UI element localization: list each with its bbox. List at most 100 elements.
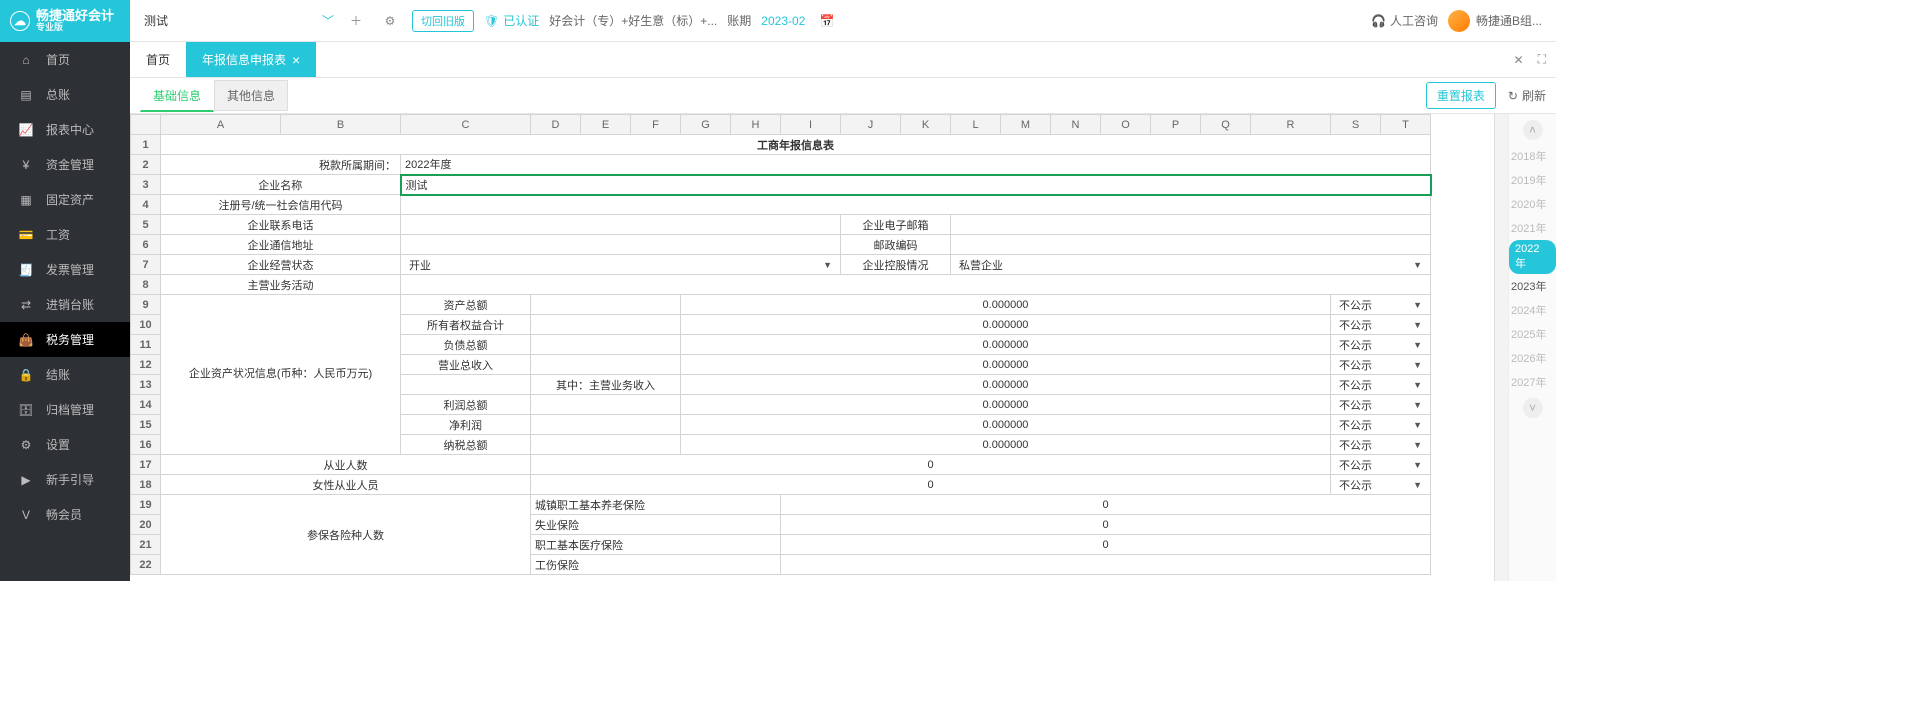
column-header[interactable]: N (1051, 115, 1101, 135)
dropdown-cell[interactable]: 不公示▼ (1335, 477, 1426, 493)
fullscreen-icon[interactable]: ⛶ (1538, 52, 1546, 67)
column-header[interactable]: K (901, 115, 951, 135)
dropdown-cell[interactable]: 不公示▼ (1335, 357, 1426, 373)
row-header[interactable]: 17 (131, 455, 161, 475)
column-header[interactable] (131, 115, 161, 135)
subtab-other[interactable]: 其他信息 (214, 80, 288, 111)
column-header[interactable]: S (1331, 115, 1381, 135)
row-header[interactable]: 19 (131, 495, 161, 515)
year-option[interactable]: 2027年 (1509, 370, 1556, 394)
row-header[interactable]: 8 (131, 275, 161, 295)
sidebar-item-settings[interactable]: ⚙设置 (0, 427, 130, 462)
row-header[interactable]: 9 (131, 295, 161, 315)
gear-icon[interactable]: ⚙ (378, 9, 402, 33)
column-header[interactable]: G (681, 115, 731, 135)
period-calendar-icon[interactable]: 📅 (815, 9, 839, 33)
company-select[interactable]: 测试 ﹀ (144, 9, 334, 33)
row-header[interactable]: 6 (131, 235, 161, 255)
value-cell[interactable]: 0.000000 (681, 355, 1331, 375)
row-header[interactable]: 18 (131, 475, 161, 495)
dropdown-cell[interactable]: 不公示▼ (1335, 317, 1426, 333)
row-header[interactable]: 16 (131, 435, 161, 455)
column-header[interactable]: I (781, 115, 841, 135)
value-cell[interactable]: 0.000000 (681, 335, 1331, 355)
brand-logo[interactable]: ☁ 畅捷通好会计 专业版 (0, 0, 130, 42)
year-down-icon[interactable]: ˅ (1523, 398, 1543, 418)
sidebar-item-close[interactable]: 🔒结账 (0, 357, 130, 392)
vertical-scrollbar[interactable] (1494, 114, 1508, 581)
year-option[interactable]: 2024年 (1509, 298, 1556, 322)
value-cell[interactable]: 0.000000 (681, 435, 1331, 455)
sidebar-item-invoice[interactable]: 🧾发票管理 (0, 252, 130, 287)
row-header[interactable]: 10 (131, 315, 161, 335)
row-header[interactable]: 14 (131, 395, 161, 415)
column-header[interactable]: B (281, 115, 401, 135)
year-option[interactable]: 2022年 (1509, 240, 1556, 274)
column-header[interactable]: P (1151, 115, 1201, 135)
year-option[interactable]: 2023年 (1509, 274, 1556, 298)
reg-value-cell[interactable] (401, 195, 1431, 215)
sidebar-item-money[interactable]: ¥资金管理 (0, 147, 130, 182)
row-header[interactable]: 20 (131, 515, 161, 535)
year-option[interactable]: 2018年 (1509, 144, 1556, 168)
support-link[interactable]: 🎧 人工咨询 (1371, 12, 1438, 29)
sidebar-item-chart[interactable]: 📈报表中心 (0, 112, 130, 147)
tabs-close-all-icon[interactable]: ✕ (1514, 53, 1524, 67)
year-option[interactable]: 2025年 (1509, 322, 1556, 346)
sidebar-item-home[interactable]: ⌂首页 (0, 42, 130, 77)
dropdown-cell[interactable]: 不公示▼ (1335, 437, 1426, 453)
dropdown-cell[interactable]: 不公示▼ (1335, 377, 1426, 393)
column-header[interactable]: O (1101, 115, 1151, 135)
value-cell[interactable]: 0.000000 (681, 415, 1331, 435)
row-header[interactable]: 7 (131, 255, 161, 275)
column-header[interactable]: T (1381, 115, 1431, 135)
sidebar-item-vip[interactable]: V畅会员 (0, 497, 130, 532)
column-header[interactable]: C (401, 115, 531, 135)
sidebar-item-ledger[interactable]: ▤总账 (0, 77, 130, 112)
reset-button[interactable]: 重置报表 (1426, 82, 1496, 109)
year-option[interactable]: 2021年 (1509, 216, 1556, 240)
subtab-basic[interactable]: 基础信息 (140, 80, 214, 112)
sidebar-item-asset[interactable]: ▦固定资产 (0, 182, 130, 217)
dropdown-cell[interactable]: 不公示▼ (1335, 337, 1426, 353)
column-header[interactable]: L (951, 115, 1001, 135)
period-value[interactable]: 2023-02 (761, 14, 805, 28)
column-header[interactable]: R (1251, 115, 1331, 135)
dropdown-cell[interactable]: 不公示▼ (1335, 457, 1426, 473)
row-header[interactable]: 4 (131, 195, 161, 215)
column-header[interactable]: D (531, 115, 581, 135)
sidebar-item-tax[interactable]: 👜税务管理 (0, 322, 130, 357)
column-header[interactable]: A (161, 115, 281, 135)
row-header[interactable]: 2 (131, 155, 161, 175)
sidebar-item-guide[interactable]: ▶新手引导 (0, 462, 130, 497)
value-cell[interactable]: 0.000000 (681, 375, 1331, 395)
sidebar-item-salary[interactable]: 💳工资 (0, 217, 130, 252)
dropdown-cell[interactable]: 不公示▼ (1335, 397, 1426, 413)
spreadsheet[interactable]: ABCDEFGHIJKLMNOPQRST 1工商年报信息表2税款所属期间：202… (130, 114, 1494, 581)
column-header[interactable]: M (1001, 115, 1051, 135)
dropdown-cell[interactable]: 不公示▼ (1335, 297, 1426, 313)
column-header[interactable]: H (731, 115, 781, 135)
row-header[interactable]: 13 (131, 375, 161, 395)
dropdown-cell[interactable]: 开业▼ (405, 257, 836, 273)
row-header[interactable]: 11 (131, 335, 161, 355)
row-header[interactable]: 15 (131, 415, 161, 435)
value-cell[interactable]: 0.000000 (681, 395, 1331, 415)
dropdown-cell[interactable]: 私营企业▼ (955, 257, 1426, 273)
year-up-icon[interactable]: ˄ (1523, 120, 1543, 140)
old-version-button[interactable]: 切回旧版 (412, 10, 474, 32)
user-menu[interactable]: 畅捷通B组... (1448, 10, 1542, 32)
tab-annual-report[interactable]: 年报信息申报表 × (186, 42, 316, 77)
row-header[interactable]: 5 (131, 215, 161, 235)
column-header[interactable]: Q (1201, 115, 1251, 135)
row-header[interactable]: 12 (131, 355, 161, 375)
year-option[interactable]: 2026年 (1509, 346, 1556, 370)
row-header[interactable]: 1 (131, 135, 161, 155)
company-value-cell[interactable]: 测试 (401, 175, 1431, 195)
add-icon[interactable]: ＋ (344, 9, 368, 33)
column-header[interactable]: E (581, 115, 631, 135)
sidebar-item-stock[interactable]: ⇄进销台账 (0, 287, 130, 322)
column-header[interactable]: J (841, 115, 901, 135)
row-header[interactable]: 21 (131, 535, 161, 555)
tab-home[interactable]: 首页 (130, 42, 186, 77)
